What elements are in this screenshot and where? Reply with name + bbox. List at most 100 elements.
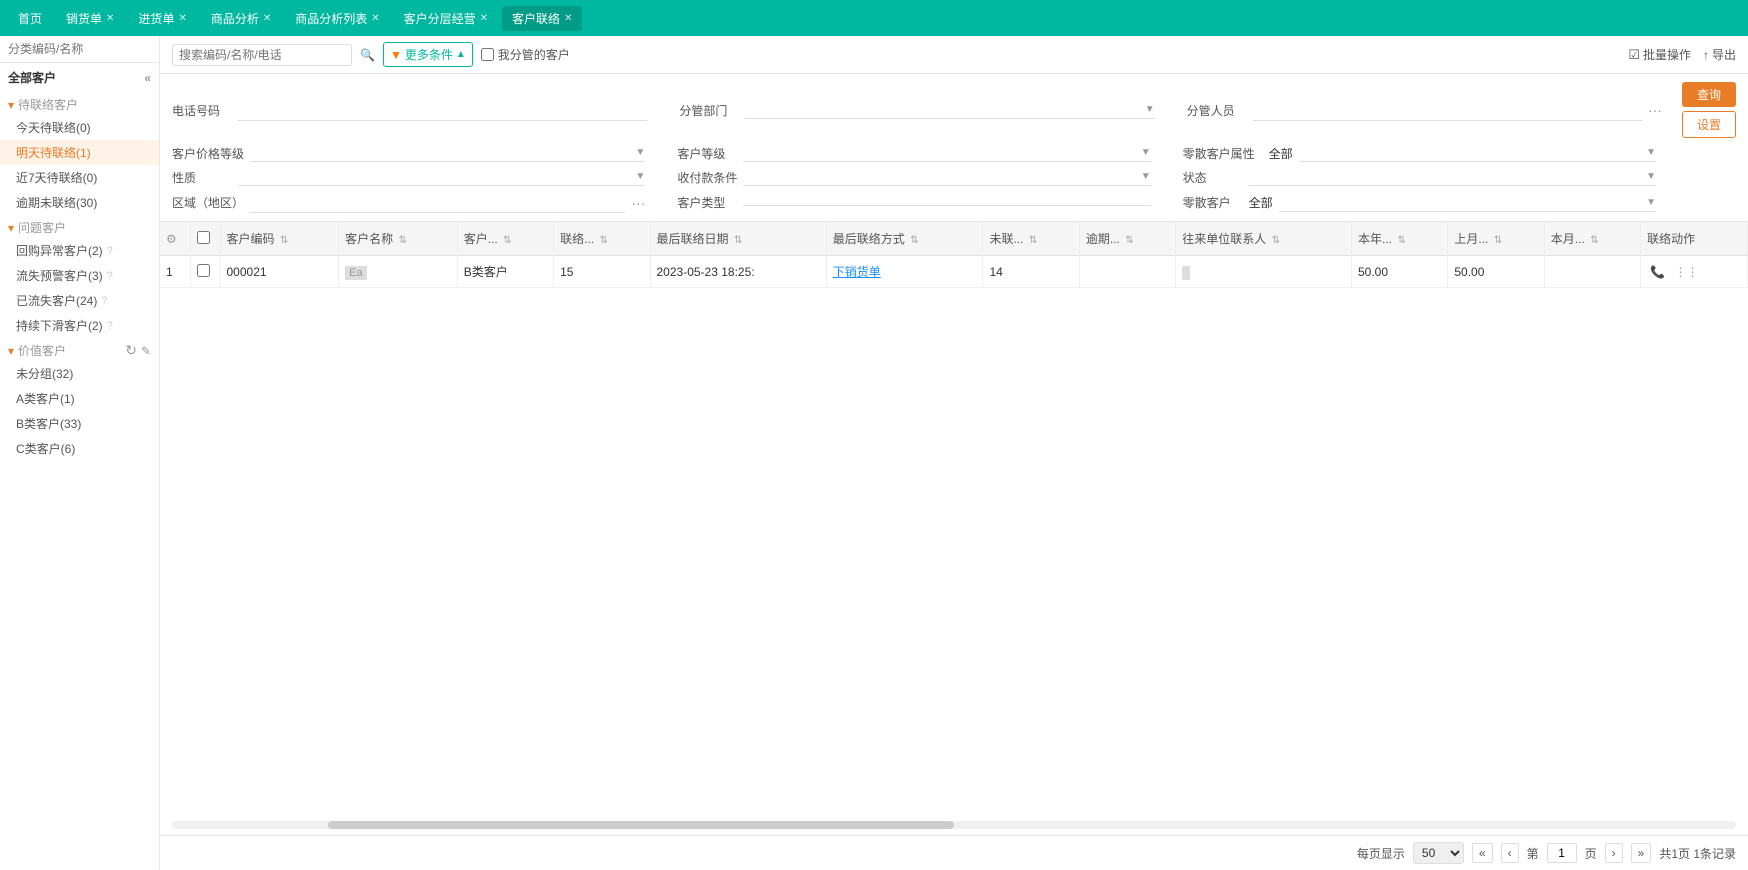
sidebar-lostwarning[interactable]: 流失预警客户(3) ? [0,263,159,288]
more-conditions-btn[interactable]: ▼ 更多条件 ▲ [383,42,473,67]
hscrollbar-thumb[interactable] [328,821,954,829]
sort-method-icon[interactable]: ⇅ [910,235,918,246]
hscrollbar-track[interactable] [172,821,1736,829]
page-prev-btn[interactable]: ‹ [1501,843,1519,863]
sort-code-icon[interactable]: ⇅ [280,235,288,246]
retail-attr-field: 零散客户属性 全部 ▼ [1183,144,1656,162]
sidebar-ungrouped[interactable]: 未分组(32) [0,361,159,386]
sidebar-repurchase[interactable]: 回购异常客户(2) ? [0,238,159,263]
row-checkbox[interactable] [190,256,220,288]
refresh-icon[interactable]: ↻ [125,342,137,359]
status-select[interactable]: ▼ [1249,168,1656,186]
branch-caret: ▼ [1145,104,1155,115]
col-settings[interactable]: ⚙ [160,222,190,256]
sidebar-b-class[interactable]: B类客户(33) [0,411,159,436]
manager-input[interactable] [1253,100,1642,121]
query-button[interactable]: 查询 [1682,82,1736,107]
sidebar: 🔍 全部客户 « ▾ 待联络客户 今天待联络(0) 明天待联络(1) 近7天待联… [0,36,160,870]
region-label: 区域（地区） [172,194,244,211]
nav-purchase[interactable]: 进货单 ✕ [128,6,196,31]
close-contact-icon[interactable]: ✕ [564,13,572,24]
all-customers-header[interactable]: 全部客户 « [0,63,159,92]
batch-op-btn[interactable]: ☑ 批量操作 [1628,46,1691,63]
last-method-link[interactable]: 下销货单 [833,265,881,279]
close-goods-list-icon[interactable]: ✕ [371,13,379,24]
page-size-select[interactable]: 50 100 200 [1413,842,1464,864]
manager-dots[interactable]: ··· [1648,102,1662,118]
row-action-phone-icon[interactable]: 📞 [1650,265,1665,279]
search-btn-icon[interactable]: 🔍 [360,48,375,62]
nav-customer-tier[interactable]: 客户分层经营 ✕ [394,6,498,31]
row-action-more-icon[interactable]: ⋮⋮ [1674,265,1698,279]
settings-icon[interactable]: ⚙ [166,232,177,246]
pay-terms-label: 收付款条件 [677,169,737,186]
edit-icon[interactable]: ✎ [141,344,151,358]
sort-unit-icon[interactable]: ⇅ [1272,235,1280,246]
search-input[interactable] [172,44,352,66]
nature-select[interactable]: ▼ [238,168,645,186]
sidebar-week[interactable]: 近7天待联络(0) [0,165,159,190]
retail-customer-select[interactable]: ▼ [1279,194,1656,212]
row-code: 000021 [220,256,339,288]
sort-overdue-icon[interactable]: ⇅ [1125,235,1133,246]
help-lostwarning-icon: ? [107,270,113,282]
close-goods-analysis-icon[interactable]: ✕ [263,13,271,24]
export-btn[interactable]: ↑ 导出 [1703,46,1736,63]
nav-home[interactable]: 首页 [8,6,52,31]
row-last-method[interactable]: 下销货单 [826,256,983,288]
retail-customer-label: 零散客户 [1183,194,1243,211]
sidebar-c-class[interactable]: C类客户(6) [0,436,159,461]
page-first-btn[interactable]: « [1472,843,1493,863]
region-input[interactable] [250,192,625,213]
pay-terms-select[interactable]: ▼ [743,168,1150,186]
close-tier-icon[interactable]: ✕ [480,13,488,24]
sort-contact-icon[interactable]: ⇅ [599,235,607,246]
sidebar-tomorrow[interactable]: 明天待联络(1) [0,140,159,165]
nav-goods-analysis[interactable]: 商品分析 ✕ [201,6,281,31]
sidebar-search-input[interactable] [8,42,160,56]
region-field: 区域（地区） ··· [172,192,645,213]
sort-no-contact-icon[interactable]: ⇅ [1029,235,1037,246]
close-purchase-icon[interactable]: ✕ [178,13,186,24]
pending-contact-group: ▾ 待联络客户 [0,92,159,115]
customer-type-select[interactable] [743,199,1150,206]
row-last-month: 50.00 [1448,256,1544,288]
region-dots[interactable]: ··· [631,195,645,211]
page-number-input[interactable] [1547,843,1577,863]
sort-name-icon[interactable]: ⇅ [398,235,406,246]
my-customers-checkbox[interactable]: 我分管的客户 [481,46,570,63]
sidebar-a-class[interactable]: A类客户(1) [0,386,159,411]
sort-year-icon[interactable]: ⇅ [1397,235,1405,246]
branch-select[interactable]: ▼ [745,101,1154,119]
top-nav: 首页 销货单 ✕ 进货单 ✕ 商品分析 ✕ 商品分析列表 ✕ 客户分层经营 ✕ … [0,0,1748,36]
help-lost-icon: ? [101,295,107,307]
customer-grade-caret: ▼ [1141,147,1151,158]
sidebar-lost[interactable]: 已流失客户(24) ? [0,288,159,313]
retail-attr-select[interactable]: ▼ [1299,144,1656,162]
sort-tmonth-icon[interactable]: ⇅ [1590,235,1598,246]
price-level-field: 客户价格等级 ▼ [172,144,645,162]
nature-caret: ▼ [635,171,645,182]
set-button[interactable]: 设置 [1682,111,1736,138]
sort-type-icon[interactable]: ⇅ [503,235,511,246]
sort-date-icon[interactable]: ⇅ [734,235,742,246]
sort-lmonth-icon[interactable]: ⇅ [1494,235,1502,246]
phone-input[interactable] [238,100,647,121]
col-checkbox[interactable] [190,222,220,256]
customer-grade-select[interactable]: ▼ [743,144,1150,162]
sidebar-declining[interactable]: 持续下滑客户(2) ? [0,313,159,338]
row-overdue [1079,256,1175,288]
sidebar-today[interactable]: 今天待联络(0) [0,115,159,140]
row-name: Ea [339,256,458,288]
page-next-btn[interactable]: › [1605,843,1623,863]
nav-sales[interactable]: 销货单 ✕ [56,6,124,31]
nav-goods-analysis-list[interactable]: 商品分析列表 ✕ [285,6,389,31]
help-declining-icon: ? [107,320,113,332]
select-all-checkbox[interactable] [197,231,210,244]
sidebar-overdue[interactable]: 逾期未联络(30) [0,190,159,215]
nav-customer-contact[interactable]: 客户联络 ✕ [502,6,582,31]
close-sales-icon[interactable]: ✕ [106,13,114,24]
price-level-select[interactable]: ▼ [250,144,645,162]
row-unit-contact [1176,256,1352,288]
page-last-btn[interactable]: » [1631,843,1652,863]
